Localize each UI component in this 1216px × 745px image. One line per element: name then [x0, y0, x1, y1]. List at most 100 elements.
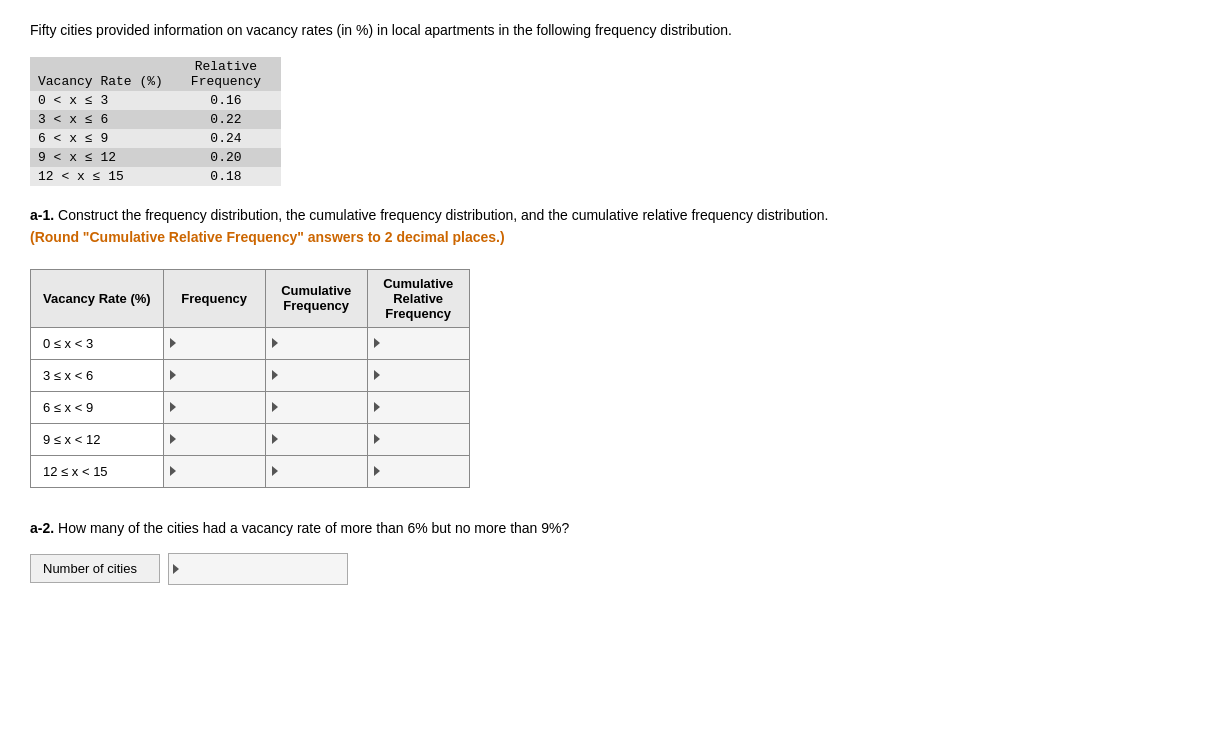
given-range: 12 < x ≤ 15 [30, 167, 183, 186]
part-label: a-1. [30, 207, 54, 223]
cumulative-relative-frequency-input-container [374, 368, 463, 383]
given-range: 9 < x ≤ 12 [30, 148, 183, 167]
given-table-row: 9 < x ≤ 12 0.20 [30, 148, 281, 167]
answer-cumulative-relative-frequency-cell[interactable] [367, 455, 469, 487]
answer-cumulative-frequency-cell[interactable] [265, 359, 367, 391]
given-table-row: 0 < x ≤ 3 0.16 [30, 91, 281, 110]
given-range: 3 < x ≤ 6 [30, 110, 183, 129]
answer-frequency-cell[interactable] [163, 455, 265, 487]
frequency-input-row2[interactable] [179, 400, 259, 415]
answer-frequency-cell[interactable] [163, 391, 265, 423]
cumulative-frequency-input-row3[interactable] [281, 432, 361, 447]
cumulative-frequency-arrow-2 [272, 402, 278, 412]
given-value: 0.20 [183, 148, 281, 167]
answer-cumulative-frequency-cell[interactable] [265, 423, 367, 455]
cumulative-frequency-input-container [272, 336, 361, 351]
a2-input-label: Number of cities [30, 554, 160, 583]
answer-cumulative-frequency-cell[interactable] [265, 391, 367, 423]
ans-col1-header: Vacancy Rate (%) [31, 269, 164, 327]
given-range: 6 < x ≤ 9 [30, 129, 183, 148]
a2-section: a-2. How many of the cities had a vacanc… [30, 518, 1186, 585]
cumulative-relative-frequency-input-row3[interactable] [383, 432, 463, 447]
answer-table-row: 12 ≤ x < 15 [31, 455, 470, 487]
cumulative-frequency-arrow-4 [272, 466, 278, 476]
cumulative-relative-frequency-arrow-4 [374, 466, 380, 476]
answer-range-cell: 9 ≤ x < 12 [31, 423, 164, 455]
answer-frequency-cell[interactable] [163, 359, 265, 391]
cumulative-relative-frequency-input-row0[interactable] [383, 336, 463, 351]
answer-cumulative-relative-frequency-cell[interactable] [367, 359, 469, 391]
frequency-arrow-3 [170, 434, 176, 444]
answer-cumulative-frequency-cell[interactable] [265, 327, 367, 359]
cumulative-relative-frequency-input-container [374, 432, 463, 447]
answer-cumulative-relative-frequency-cell[interactable] [367, 327, 469, 359]
ans-col2-header: Frequency [163, 269, 265, 327]
cumulative-frequency-input-container [272, 368, 361, 383]
a2-question-text: How many of the cities had a vacancy rat… [58, 520, 569, 536]
answer-table-row: 3 ≤ x < 6 [31, 359, 470, 391]
cumulative-relative-frequency-input-row4[interactable] [383, 464, 463, 479]
answer-range-cell: 12 ≤ x < 15 [31, 455, 164, 487]
answer-table-row: 0 ≤ x < 3 [31, 327, 470, 359]
cumulative-frequency-input-container [272, 432, 361, 447]
given-table-row: 6 < x ≤ 9 0.24 [30, 129, 281, 148]
given-range: 0 < x ≤ 3 [30, 91, 183, 110]
answer-table-row: 6 ≤ x < 9 [31, 391, 470, 423]
answer-cumulative-relative-frequency-cell[interactable] [367, 423, 469, 455]
given-value: 0.18 [183, 167, 281, 186]
a2-input-box[interactable] [168, 553, 348, 585]
frequency-input-container [170, 336, 259, 351]
frequency-input-container [170, 464, 259, 479]
cumulative-frequency-input-row0[interactable] [281, 336, 361, 351]
cumulative-frequency-arrow-1 [272, 370, 278, 380]
frequency-input-container [170, 400, 259, 415]
answer-table-row: 9 ≤ x < 12 [31, 423, 470, 455]
cumulative-relative-frequency-arrow-2 [374, 402, 380, 412]
a2-label: a-2. [30, 520, 54, 536]
answer-table: Vacancy Rate (%) Frequency CumulativeFre… [30, 269, 470, 488]
frequency-input-row4[interactable] [179, 464, 259, 479]
given-col1-header: Vacancy Rate (%) [30, 57, 183, 91]
frequency-input-row0[interactable] [179, 336, 259, 351]
answer-cumulative-frequency-cell[interactable] [265, 455, 367, 487]
cumulative-relative-frequency-input-container [374, 400, 463, 415]
frequency-arrow-0 [170, 338, 176, 348]
cumulative-relative-frequency-input-container [374, 336, 463, 351]
cumulative-relative-frequency-input-row2[interactable] [383, 400, 463, 415]
cumulative-frequency-input-row1[interactable] [281, 368, 361, 383]
cumulative-frequency-arrow-0 [272, 338, 278, 348]
given-col2-header: Relative Frequency [183, 57, 281, 91]
ans-col4-header: CumulativeRelativeFrequency [367, 269, 469, 327]
cumulative-frequency-input-container [272, 464, 361, 479]
frequency-arrow-1 [170, 370, 176, 380]
instruction-text1: Construct the frequency distribution, th… [58, 207, 828, 223]
given-table-row: 12 < x ≤ 15 0.18 [30, 167, 281, 186]
a2-input-row: Number of cities [30, 553, 1186, 585]
number-of-cities-input[interactable] [182, 561, 343, 576]
answer-frequency-cell[interactable] [163, 327, 265, 359]
instruction-text2: (Round "Cumulative Relative Frequency" a… [30, 229, 505, 245]
instructions: a-1. Construct the frequency distributio… [30, 204, 1186, 249]
frequency-arrow-4 [170, 466, 176, 476]
frequency-arrow-2 [170, 402, 176, 412]
cumulative-relative-frequency-input-row1[interactable] [383, 368, 463, 383]
answer-range-cell: 0 ≤ x < 3 [31, 327, 164, 359]
given-value: 0.24 [183, 129, 281, 148]
frequency-input-container [170, 368, 259, 383]
cumulative-relative-frequency-arrow-3 [374, 434, 380, 444]
a2-input-arrow [173, 564, 179, 574]
intro-text: Fifty cities provided information on vac… [30, 20, 1186, 41]
cumulative-relative-frequency-arrow-1 [374, 370, 380, 380]
given-value: 0.16 [183, 91, 281, 110]
cumulative-frequency-input-row4[interactable] [281, 464, 361, 479]
frequency-input-row3[interactable] [179, 432, 259, 447]
cumulative-frequency-input-row2[interactable] [281, 400, 361, 415]
frequency-input-row1[interactable] [179, 368, 259, 383]
cumulative-relative-frequency-input-container [374, 464, 463, 479]
given-table-row: 3 < x ≤ 6 0.22 [30, 110, 281, 129]
ans-col3-header: CumulativeFrequency [265, 269, 367, 327]
a2-question: a-2. How many of the cities had a vacanc… [30, 518, 1186, 539]
answer-cumulative-relative-frequency-cell[interactable] [367, 391, 469, 423]
answer-frequency-cell[interactable] [163, 423, 265, 455]
cumulative-frequency-arrow-3 [272, 434, 278, 444]
